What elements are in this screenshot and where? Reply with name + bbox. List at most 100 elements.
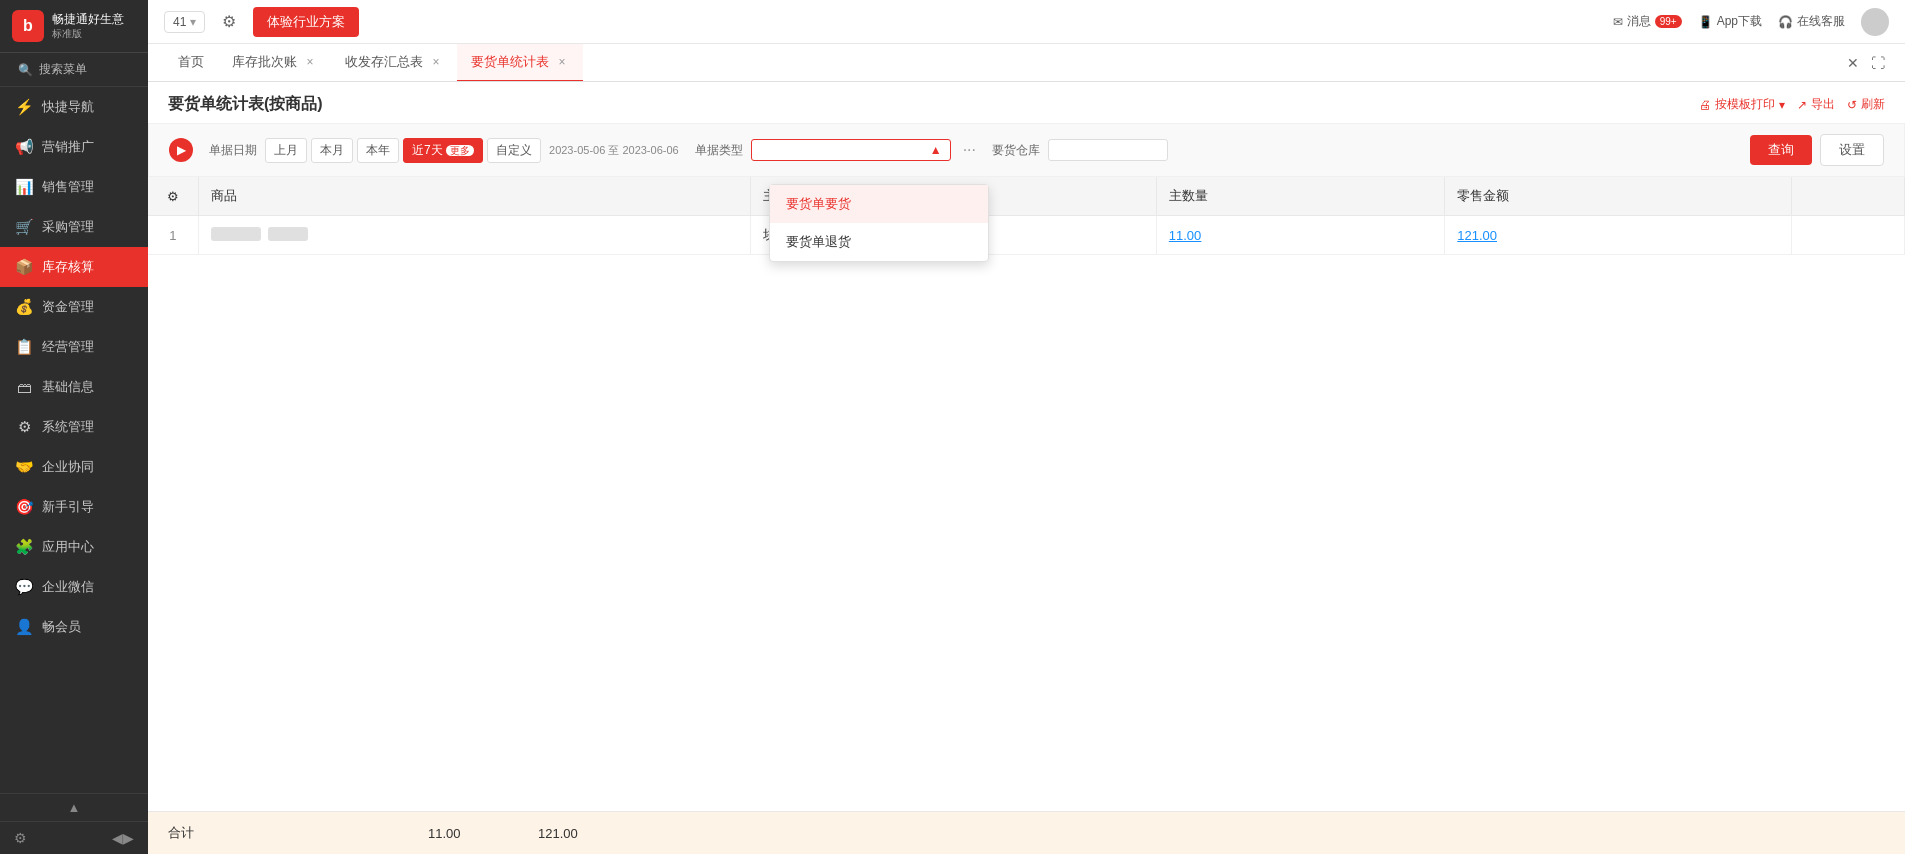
appstore-icon: 🧩 (14, 537, 34, 557)
topbar-left: 41 ▾ ⚙ 体验行业方案 (164, 7, 359, 37)
more-badge: 更多 (446, 145, 474, 156)
message-action[interactable]: ✉ 消息 99+ (1613, 13, 1682, 30)
member-icon: 👤 (14, 617, 34, 637)
app-download-action[interactable]: 📱 App下载 (1698, 13, 1762, 30)
col-extra (1792, 177, 1905, 216)
col-settings-icon[interactable]: ⚙ (148, 177, 198, 216)
product-blur-2 (268, 227, 308, 241)
sidebar-item-label: 企业协同 (42, 458, 94, 476)
message-badge: 99+ (1655, 15, 1682, 28)
cell-qty: 11.00 (1156, 216, 1444, 255)
gear-button[interactable]: ⚙ (215, 8, 243, 36)
warehouse-filter-group: 要货仓库 (992, 139, 1168, 161)
export-btn[interactable]: ↗ 导出 (1797, 96, 1835, 113)
refresh-label: 刷新 (1861, 96, 1885, 113)
sidebar-item-label: 畅会员 (42, 618, 81, 636)
tab-label: 首页 (178, 53, 204, 71)
refresh-icon: ↺ (1847, 98, 1857, 112)
tab-close-icon[interactable]: × (555, 55, 569, 69)
filter-more-icon[interactable]: ··· (963, 141, 976, 159)
print-icon: 🖨 (1699, 98, 1711, 112)
sidebar-item-shortcut[interactable]: ⚡ 快捷导航 (0, 87, 148, 127)
sidebar-item-label: 基础信息 (42, 378, 94, 396)
tab-close-icon[interactable]: × (429, 55, 443, 69)
warehouse-select[interactable] (1048, 139, 1168, 161)
industry-btn[interactable]: 体验行业方案 (253, 7, 359, 37)
table-footer: 合计 11.00 121.00 (148, 811, 1905, 854)
sidebar-item-inventory[interactable]: 📦 库存核算 (0, 247, 148, 287)
sidebar-item-guide[interactable]: 🎯 新手引导 (0, 487, 148, 527)
collapse-icon[interactable]: ◀▶ (112, 830, 134, 846)
store-name: 41 (173, 15, 186, 29)
col-product: 商品 (198, 177, 751, 216)
tab-close-all-btn[interactable]: ✕ (1843, 53, 1863, 73)
date-btn-this-year[interactable]: 本年 (357, 138, 399, 163)
date-range-text: 2023-05-06 至 2023-06-06 (549, 143, 679, 158)
settings-icon[interactable]: ⚙ (14, 830, 27, 846)
cell-extra (1792, 216, 1905, 255)
online-service-action[interactable]: 🎧 在线客服 (1778, 13, 1845, 30)
date-btn-last-month[interactable]: 上月 (265, 138, 307, 163)
shortcut-icon: ⚡ (14, 97, 34, 117)
data-table: ⚙ 商品 主计量单位 主数量 零售金额 1 (148, 177, 1905, 255)
sidebar-item-member[interactable]: 👤 畅会员 (0, 607, 148, 647)
logo-title: 畅捷通好生意 (52, 11, 124, 28)
chevron-down-icon: ▾ (1779, 98, 1785, 112)
tab-close-icon[interactable]: × (303, 55, 317, 69)
phone-icon: 📱 (1698, 15, 1713, 29)
refresh-btn[interactable]: ↺ 刷新 (1847, 96, 1885, 113)
tab-recv-summary[interactable]: 收发存汇总表 × (331, 44, 457, 82)
finance-icon: 💰 (14, 297, 34, 317)
tab-label: 库存批次账 (232, 53, 297, 71)
tabs-bar: 首页 库存批次账 × 收发存汇总表 × 要货单统计表 × ✕ ⛶ (148, 44, 1905, 82)
sidebar-item-base[interactable]: 🗃 基础信息 (0, 367, 148, 407)
sidebar-item-label: 快捷导航 (42, 98, 94, 116)
sidebar-item-label: 资金管理 (42, 298, 94, 316)
store-selector[interactable]: 41 ▾ (164, 11, 205, 33)
qty-link[interactable]: 11.00 (1169, 228, 1202, 243)
date-label: 单据日期 (209, 142, 257, 159)
sidebar-logo: b 畅捷通好生意 标准版 (0, 0, 148, 53)
setting-button[interactable]: 设置 (1820, 134, 1884, 166)
filter-expand-btn[interactable]: ▶ (169, 138, 193, 162)
dropdown-item-return-order[interactable]: 要货单退货 (770, 223, 988, 261)
tab-expand-btn[interactable]: ⛶ (1867, 53, 1889, 73)
tab-home[interactable]: 首页 (164, 44, 218, 82)
tab-label: 要货单统计表 (471, 53, 549, 71)
sidebar-item-sales[interactable]: 📊 销售管理 (0, 167, 148, 207)
sidebar-item-operation[interactable]: 📋 经营管理 (0, 327, 148, 367)
sidebar-search[interactable]: 🔍 搜索菜单 (0, 53, 148, 87)
sidebar-item-wechat[interactable]: 💬 企业微信 (0, 567, 148, 607)
tab-inventory-batch[interactable]: 库存批次账 × (218, 44, 331, 82)
amount-link[interactable]: 121.00 (1457, 228, 1497, 243)
query-button[interactable]: 查询 (1750, 135, 1812, 165)
chevron-up-icon: ▲ (930, 143, 942, 157)
main: 41 ▾ ⚙ 体验行业方案 ✉ 消息 99+ 📱 App下载 🎧 在线客服 (148, 0, 1905, 854)
topbar-right: ✉ 消息 99+ 📱 App下载 🎧 在线客服 (1613, 8, 1889, 36)
sidebar-scroll-up[interactable]: ▲ (0, 793, 148, 821)
tab-order-summary[interactable]: 要货单统计表 × (457, 44, 583, 82)
headset-icon: 🎧 (1778, 15, 1793, 29)
export-icon: ↗ (1797, 98, 1807, 112)
dropdown-item-purchase-order[interactable]: 要货单要货 (770, 185, 988, 223)
date-btn-this-month[interactable]: 本月 (311, 138, 353, 163)
date-btn-7days[interactable]: 近7天 更多 (403, 138, 483, 163)
sidebar-item-marketing[interactable]: 📢 营销推广 (0, 127, 148, 167)
message-label: 消息 (1627, 13, 1651, 30)
guide-icon: 🎯 (14, 497, 34, 517)
type-filter-group: 单据类型 ▲ ··· (695, 139, 976, 161)
avatar[interactable] (1861, 8, 1889, 36)
table-row: 1 块 11.00 121.00 (148, 216, 1905, 255)
message-icon: ✉ (1613, 15, 1623, 29)
type-select[interactable]: ▲ (751, 139, 951, 161)
sidebar-item-appstore[interactable]: 🧩 应用中心 (0, 527, 148, 567)
col-amount: 零售金额 (1445, 177, 1792, 216)
cell-amount: 121.00 (1445, 216, 1792, 255)
sidebar-item-system[interactable]: ⚙ 系统管理 (0, 407, 148, 447)
col-qty: 主数量 (1156, 177, 1444, 216)
sidebar-item-purchase[interactable]: 🛒 采购管理 (0, 207, 148, 247)
date-btn-custom[interactable]: 自定义 (487, 138, 541, 163)
sidebar-item-finance[interactable]: 💰 资金管理 (0, 287, 148, 327)
sidebar-item-enterprise[interactable]: 🤝 企业协同 (0, 447, 148, 487)
print-btn[interactable]: 🖨 按模板打印 ▾ (1699, 96, 1785, 113)
